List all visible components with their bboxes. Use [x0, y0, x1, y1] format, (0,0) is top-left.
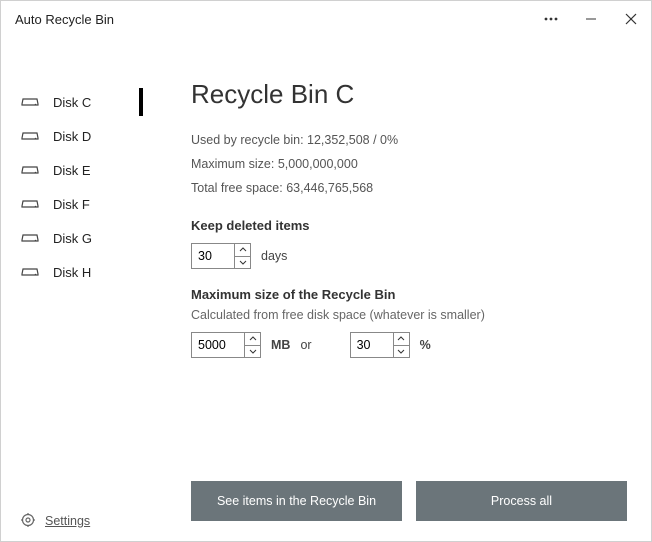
- maxsize-mb-unit: MB: [271, 338, 290, 352]
- maxsize-label: Maximum size of the Recycle Bin: [191, 287, 627, 302]
- titlebar: Auto Recycle Bin: [1, 1, 651, 37]
- chevron-down-icon: [239, 260, 247, 265]
- disk-icon: [21, 266, 39, 278]
- page-title: Recycle Bin C: [191, 79, 627, 110]
- keep-days-spinner[interactable]: [191, 243, 251, 269]
- keep-days-input[interactable]: [192, 244, 234, 268]
- info-free: Total free space: 63,446,765,568: [191, 176, 627, 200]
- spinner-up-button[interactable]: [245, 333, 260, 346]
- disk-icon: [21, 130, 39, 142]
- active-indicator: [139, 88, 143, 116]
- sidebar-item-disk-g[interactable]: Disk G: [1, 221, 161, 255]
- maxsize-subtext: Calculated from free disk space (whateve…: [191, 308, 627, 322]
- minimize-icon: [585, 13, 597, 25]
- sidebar-item-disk-d[interactable]: Disk D: [1, 119, 161, 153]
- maxsize-pct-input[interactable]: [351, 333, 393, 357]
- disk-icon: [21, 198, 39, 210]
- gear-icon: [21, 513, 35, 530]
- process-all-button[interactable]: Process all: [416, 481, 627, 521]
- keep-label: Keep deleted items: [191, 218, 627, 233]
- body: Disk C Disk D Disk E Disk F Disk G D: [1, 37, 651, 541]
- sidebar-item-disk-e[interactable]: Disk E: [1, 153, 161, 187]
- disk-icon: [21, 164, 39, 176]
- chevron-up-icon: [249, 336, 257, 341]
- chevron-up-icon: [239, 247, 247, 252]
- sidebar: Disk C Disk D Disk E Disk F Disk G D: [1, 37, 161, 541]
- sidebar-item-label: Disk C: [53, 95, 91, 110]
- chevron-down-icon: [397, 349, 405, 354]
- maxsize-mb-input[interactable]: [192, 333, 244, 357]
- settings-label: Settings: [45, 514, 90, 528]
- more-button[interactable]: [531, 1, 571, 37]
- chevron-up-icon: [397, 336, 405, 341]
- sidebar-item-disk-f[interactable]: Disk F: [1, 187, 161, 221]
- keep-days-unit: days: [261, 249, 287, 263]
- see-items-button[interactable]: See items in the Recycle Bin: [191, 481, 402, 521]
- spinner-up-button[interactable]: [394, 333, 409, 346]
- sidebar-item-label: Disk G: [53, 231, 92, 246]
- more-icon: [544, 17, 558, 21]
- info-used: Used by recycle bin: 12,352,508 / 0%: [191, 128, 627, 152]
- spinner-down-button[interactable]: [235, 257, 250, 269]
- maxsize-mb-spinner[interactable]: [191, 332, 261, 358]
- spinner-up-button[interactable]: [235, 244, 250, 257]
- chevron-down-icon: [249, 349, 257, 354]
- sidebar-item-label: Disk F: [53, 197, 90, 212]
- or-text: or: [300, 338, 311, 352]
- close-button[interactable]: [611, 1, 651, 37]
- disk-icon: [21, 232, 39, 244]
- sidebar-item-disk-c[interactable]: Disk C: [1, 85, 161, 119]
- maxsize-pct-spinner[interactable]: [350, 332, 410, 358]
- minimize-button[interactable]: [571, 1, 611, 37]
- disk-icon: [21, 96, 39, 108]
- close-icon: [625, 13, 637, 25]
- sidebar-item-disk-h[interactable]: Disk H: [1, 255, 161, 289]
- sidebar-item-label: Disk D: [53, 129, 91, 144]
- sidebar-item-label: Disk H: [53, 265, 91, 280]
- window-title: Auto Recycle Bin: [15, 12, 531, 27]
- info-max: Maximum size: 5,000,000,000: [191, 152, 627, 176]
- sidebar-item-label: Disk E: [53, 163, 91, 178]
- spinner-down-button[interactable]: [245, 346, 260, 358]
- spinner-down-button[interactable]: [394, 346, 409, 358]
- main-panel: Recycle Bin C Used by recycle bin: 12,35…: [161, 37, 651, 541]
- app-window: Auto Recycle Bin Disk C Disk D Disk E: [0, 0, 652, 542]
- maxsize-pct-unit: %: [420, 338, 431, 352]
- settings-link[interactable]: Settings: [1, 501, 161, 541]
